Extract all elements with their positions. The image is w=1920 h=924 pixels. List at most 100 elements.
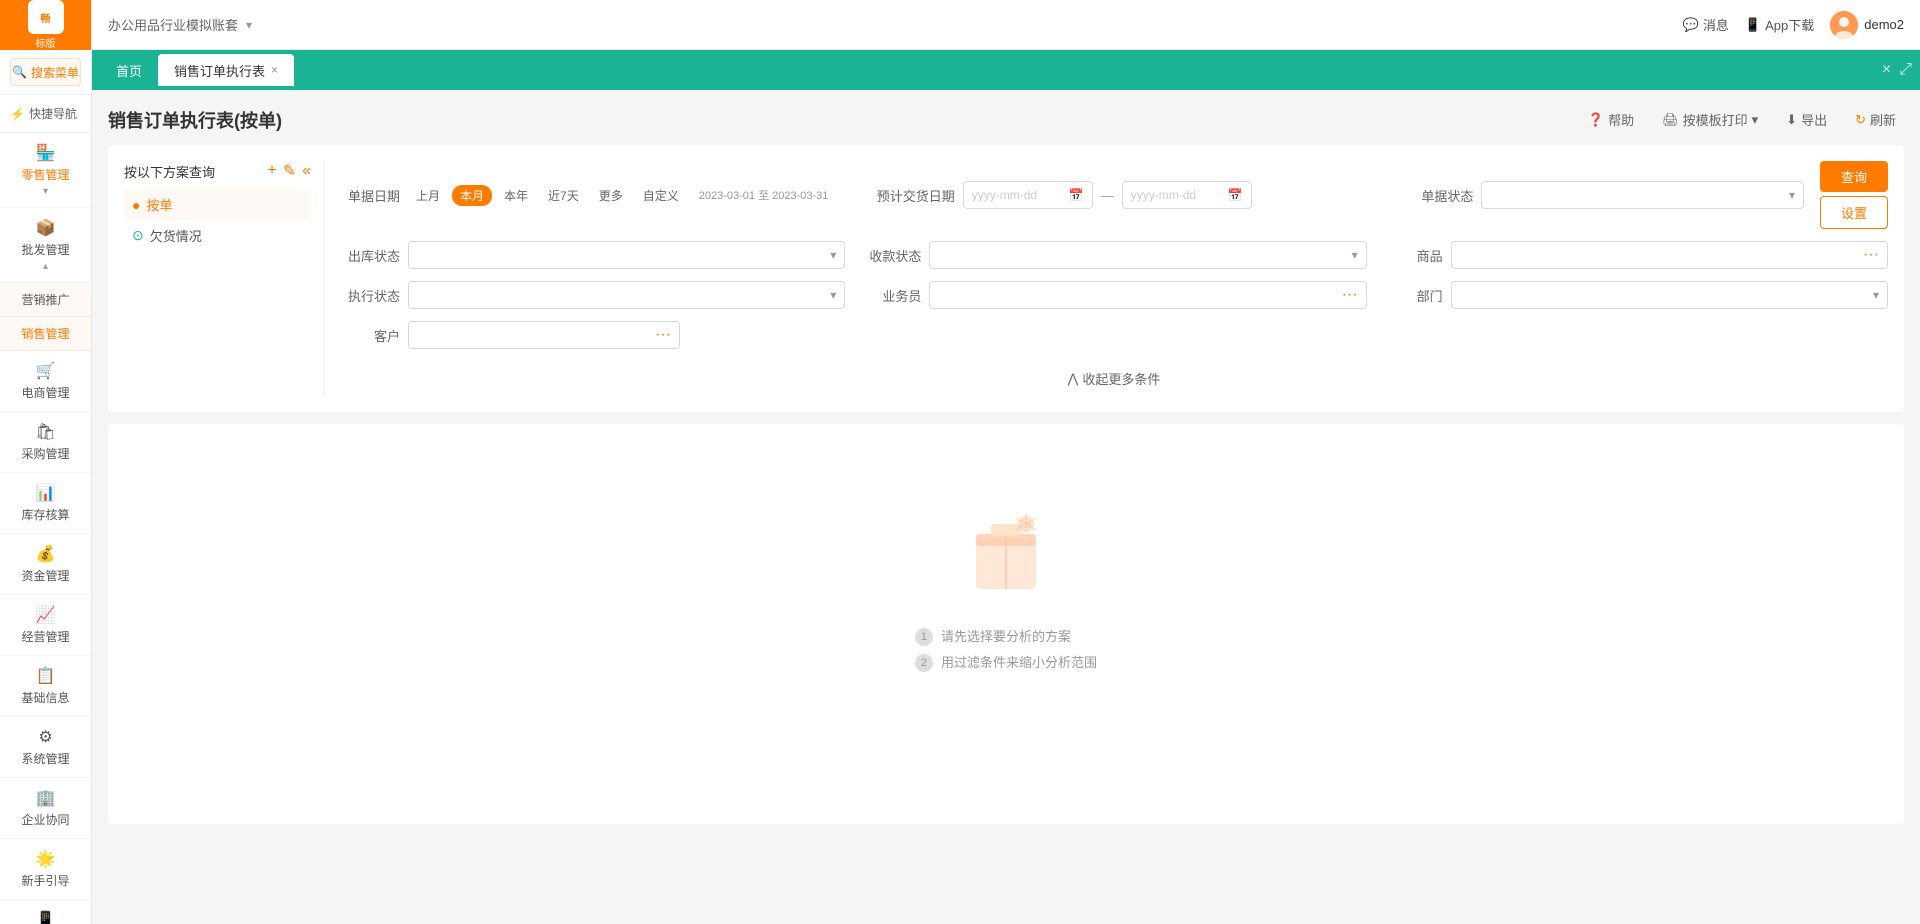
operations-icon: 📈 bbox=[36, 605, 56, 625]
sidebar-item-system[interactable]: ⚙ 系统管理 bbox=[0, 717, 91, 778]
sidebar-item-operations[interactable]: 📈 经营管理 bbox=[0, 595, 91, 656]
tab-actions: × ⤢ bbox=[1882, 61, 1912, 79]
salesperson-more-icon[interactable]: ··· bbox=[1342, 286, 1358, 304]
empty-state: 1 请先选择要分析的方案 2 用过滤条件来缩小分析范围 bbox=[108, 424, 1904, 756]
data-area: 1 请先选择要分析的方案 2 用过滤条件来缩小分析范围 bbox=[108, 424, 1904, 824]
topbar-left: 办公用品行业模拟账套 ▾ bbox=[108, 15, 252, 34]
chevron-up-icon: ▴ bbox=[43, 261, 48, 272]
sidebar-search-section: 🔍 搜索菜单 bbox=[0, 50, 91, 95]
filter-salesperson: 业务员 ··· bbox=[861, 281, 1366, 309]
customer-more-icon[interactable]: ··· bbox=[655, 326, 671, 344]
receipt-status-chevron-icon: ▾ bbox=[1352, 248, 1358, 262]
predicted-date-from-input[interactable]: yyyy-mm-dd 📅 bbox=[963, 181, 1093, 209]
dept-label: 部门 bbox=[1383, 286, 1443, 305]
salesperson-select[interactable]: ··· bbox=[929, 281, 1366, 309]
date-tab-this-month[interactable]: 本月 bbox=[452, 185, 492, 206]
filter-row-4: 客户 ··· bbox=[340, 321, 1888, 349]
page-actions: ❓ 帮助 🖨 按模板打印 ▾ ⬇ 导出 ↻ 刷新 bbox=[1580, 106, 1904, 133]
content-inner: 销售订单执行表(按单) ❓ 帮助 🖨 按模板打印 ▾ ⬇ 导出 bbox=[92, 90, 1920, 840]
add-scheme-button[interactable]: + bbox=[267, 162, 276, 180]
quicknav-icon: ⚡ bbox=[10, 107, 25, 121]
filter-fields-panel: 单据日期 上月 本月 本年 近7天 更多 自定义 2023-03-01 至 20… bbox=[324, 161, 1888, 396]
sidebar-item-newbie[interactable]: 🌟 新手引导 bbox=[0, 839, 91, 900]
date-tab-more[interactable]: 更多 bbox=[591, 185, 631, 206]
query-button[interactable]: 查询 bbox=[1820, 161, 1888, 192]
query-action-buttons: 查询 设置 bbox=[1820, 161, 1888, 229]
empty-tip-1: 1 请先选择要分析的方案 bbox=[915, 624, 1097, 650]
system-icon: ⚙ bbox=[38, 727, 52, 747]
user-menu[interactable]: demo2 bbox=[1830, 11, 1904, 39]
breadcrumb-dropdown-icon[interactable]: ▾ bbox=[246, 18, 252, 32]
edit-scheme-button[interactable]: ✎ bbox=[283, 161, 296, 181]
receipt-status-select[interactable]: ▾ bbox=[929, 241, 1366, 269]
print-arrow-icon: ▾ bbox=[1752, 112, 1759, 128]
sidebar-item-basic[interactable]: 📋 基础信息 bbox=[0, 656, 91, 717]
doc-date-label: 单据日期 bbox=[340, 186, 400, 205]
help-icon: ❓ bbox=[1588, 112, 1604, 128]
collapse-scheme-button[interactable]: « bbox=[302, 162, 311, 180]
purchase-icon: 🛍 bbox=[35, 422, 55, 442]
help-button[interactable]: ❓ 帮助 bbox=[1580, 106, 1642, 133]
date-tab-7days[interactable]: 近7天 bbox=[540, 185, 587, 206]
sidebar-item-ecommerce[interactable]: 🛒 电商管理 bbox=[0, 351, 91, 412]
empty-tip-2: 2 用过滤条件来缩小分析范围 bbox=[915, 650, 1097, 676]
customer-select[interactable]: ··· bbox=[408, 321, 680, 349]
newbie-icon: 🌟 bbox=[36, 849, 56, 869]
tip-num-2: 2 bbox=[915, 654, 933, 672]
product-select[interactable]: ··· bbox=[1451, 241, 1888, 269]
sidebar-item-appcenter[interactable]: 📱 应用中心 bbox=[0, 900, 91, 924]
export-button[interactable]: ⬇ 导出 bbox=[1778, 106, 1835, 133]
filter-product: 商品 ··· bbox=[1383, 241, 1888, 269]
date-tab-last-month[interactable]: 上月 bbox=[408, 185, 448, 206]
sidebar-item-corp[interactable]: 🏢 企业协同 bbox=[0, 778, 91, 839]
window-close-button[interactable]: × bbox=[1882, 61, 1891, 79]
set-button[interactable]: 设置 bbox=[1820, 196, 1888, 229]
tab-close-icon[interactable]: × bbox=[271, 63, 278, 77]
basic-icon: 📋 bbox=[36, 666, 56, 686]
sidebar-item-wholesale[interactable]: 📦 批发管理 ▴ bbox=[0, 208, 91, 283]
sidebar-item-finance[interactable]: 💰 资金管理 bbox=[0, 534, 91, 595]
app-download-button[interactable]: 📱 App下载 bbox=[1745, 15, 1814, 34]
logo-icon: 畅 bbox=[28, 0, 64, 34]
tab-sales-exec[interactable]: 销售订单执行表 × bbox=[158, 54, 294, 86]
logo[interactable]: 畅 标版 bbox=[0, 0, 91, 50]
search-menu-button[interactable]: 🔍 搜索菜单 bbox=[10, 58, 81, 86]
filter-scheme-item-1[interactable]: ⊙ 欠货情况 bbox=[124, 220, 311, 251]
collapse-filter-button[interactable]: ⋀ 收起更多条件 bbox=[340, 361, 1888, 396]
sidebar-sub-sales[interactable]: 销售管理 bbox=[0, 317, 91, 351]
message-button[interactable]: 💬 消息 bbox=[1683, 15, 1729, 34]
dept-select[interactable]: ▾ bbox=[1451, 281, 1888, 309]
filter-scheme-item-0[interactable]: ● 按单 bbox=[124, 189, 311, 220]
date-tab-custom[interactable]: 自定义 bbox=[635, 185, 687, 206]
corp-icon: 🏢 bbox=[36, 788, 56, 808]
scheme-active-icon: ● bbox=[132, 197, 140, 213]
page-title-bar: 销售订单执行表(按单) ❓ 帮助 🖨 按模板打印 ▾ ⬇ 导出 bbox=[108, 106, 1904, 133]
quicknav-label[interactable]: ⚡ 快捷导航 bbox=[10, 101, 81, 126]
sidebar-item-inventory[interactable]: 📊 库存核算 bbox=[0, 473, 91, 534]
print-button[interactable]: 🖨 按模板打印 ▾ bbox=[1654, 106, 1766, 133]
refresh-button[interactable]: ↻ 刷新 bbox=[1847, 106, 1904, 133]
doc-status-select[interactable]: ▾ bbox=[1481, 181, 1804, 209]
predicted-date-to-input[interactable]: yyyy-mm-dd 📅 bbox=[1122, 181, 1252, 209]
filter-exec-status: 执行状态 ▾ bbox=[340, 281, 845, 309]
out-status-select[interactable]: ▾ bbox=[408, 241, 845, 269]
tab-home[interactable]: 首页 bbox=[100, 54, 158, 86]
avatar bbox=[1830, 11, 1858, 39]
date-tab-this-year[interactable]: 本年 bbox=[496, 185, 536, 206]
calendar-to-icon: 📅 bbox=[1228, 188, 1243, 202]
filter-receipt-status: 收款状态 ▾ bbox=[861, 241, 1366, 269]
sidebar-item-retail[interactable]: 🏪 零售管理 ▾ bbox=[0, 133, 91, 208]
salesperson-label: 业务员 bbox=[861, 286, 921, 305]
window-expand-button[interactable]: ⤢ bbox=[1899, 61, 1912, 79]
exec-status-select[interactable]: ▾ bbox=[408, 281, 845, 309]
sidebar-item-purchase[interactable]: 🛍 采购管理 bbox=[0, 412, 91, 473]
appcenter-icon: 📱 bbox=[36, 910, 56, 924]
topbar: 办公用品行业模拟账套 ▾ 💬 消息 📱 App下载 de bbox=[92, 0, 1920, 50]
filter-dept: 部门 ▾ bbox=[1383, 281, 1888, 309]
content-area: 销售订单执行表(按单) ❓ 帮助 🖨 按模板打印 ▾ ⬇ 导出 bbox=[92, 90, 1920, 924]
filter-panel: 按以下方案查询 + ✎ « ● 按单 ⊙ 欠货情况 bbox=[108, 145, 1904, 412]
product-more-icon[interactable]: ··· bbox=[1863, 246, 1879, 264]
main-area: 办公用品行业模拟账套 ▾ 💬 消息 📱 App下载 de bbox=[92, 0, 1920, 924]
filter-scheme-header: 按以下方案查询 + ✎ « bbox=[124, 161, 311, 181]
sidebar-sub-marketing[interactable]: 营销推广 bbox=[0, 283, 91, 317]
